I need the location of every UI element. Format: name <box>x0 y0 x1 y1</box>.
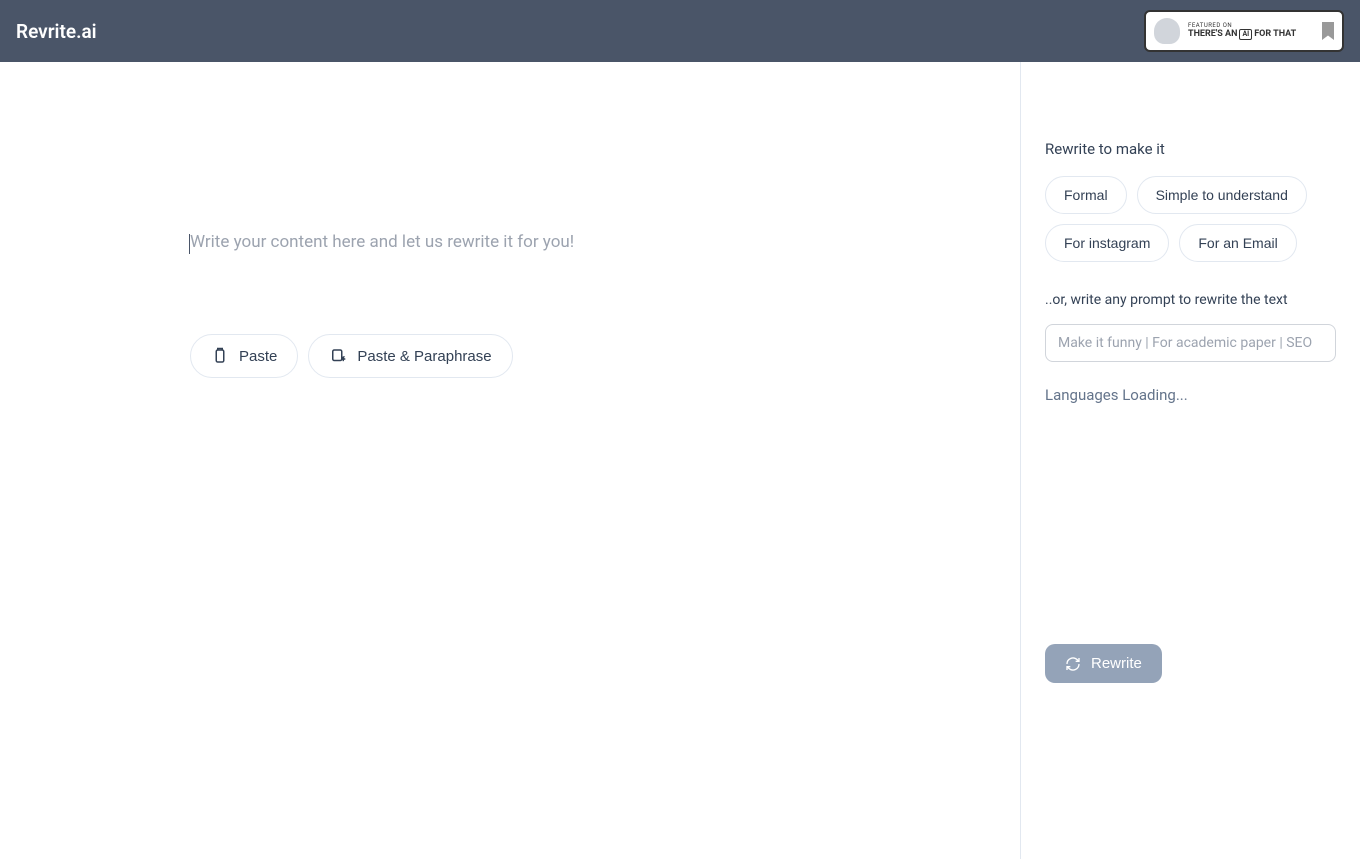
badge-for-that: FOR THAT <box>1254 29 1296 40</box>
editor-area: Write your content here and let us rewri… <box>0 62 1020 859</box>
languages-loading: Languages Loading... <box>1045 386 1336 404</box>
paste-paraphrase-button[interactable]: Paste & Paraphrase <box>308 334 512 378</box>
preset-formal[interactable]: Formal <box>1045 176 1127 214</box>
refresh-icon <box>1065 656 1081 672</box>
preset-instagram[interactable]: For instagram <box>1045 224 1169 262</box>
prompt-label: ..or, write any prompt to rewrite the te… <box>1045 292 1336 308</box>
badge-ai-box: AI <box>1239 29 1252 39</box>
content-input[interactable]: Write your content here and let us rewri… <box>190 232 1020 252</box>
content-placeholder: Write your content here and let us rewri… <box>190 232 574 252</box>
preset-simple[interactable]: Simple to understand <box>1137 176 1307 214</box>
text-cursor <box>189 234 190 254</box>
preset-buttons: Formal Simple to understand For instagra… <box>1045 176 1336 262</box>
options-sidebar: Rewrite to make it Formal Simple to unde… <box>1020 62 1360 859</box>
paste-label: Paste <box>239 348 277 365</box>
prompt-input[interactable] <box>1045 324 1336 362</box>
badge-main-text: THERE'S AN AI FOR THAT <box>1188 29 1314 40</box>
arm-icon <box>1154 18 1180 44</box>
clipboard-plus-icon <box>329 347 347 365</box>
editor-actions: Paste Paste & Paraphrase <box>190 334 1020 378</box>
clipboard-icon <box>211 347 229 365</box>
badge-theres-an: THERE'S AN <box>1188 29 1237 40</box>
featured-badge[interactable]: FEATURED ON THERE'S AN AI FOR THAT <box>1144 10 1344 52</box>
paste-paraphrase-label: Paste & Paraphrase <box>357 348 491 365</box>
bookmark-icon <box>1322 22 1334 40</box>
main-content: Write your content here and let us rewri… <box>0 62 1360 859</box>
rewrite-section-title: Rewrite to make it <box>1045 140 1336 158</box>
badge-text: FEATURED ON THERE'S AN AI FOR THAT <box>1188 22 1314 40</box>
rewrite-button-label: Rewrite <box>1091 655 1142 672</box>
badge-featured-text: FEATURED ON <box>1188 22 1314 29</box>
preset-email[interactable]: For an Email <box>1179 224 1296 262</box>
app-logo[interactable]: Revrite.ai <box>16 20 97 43</box>
rewrite-button[interactable]: Rewrite <box>1045 644 1162 683</box>
paste-button[interactable]: Paste <box>190 334 298 378</box>
app-header: Revrite.ai FEATURED ON THERE'S AN AI FOR… <box>0 0 1360 62</box>
